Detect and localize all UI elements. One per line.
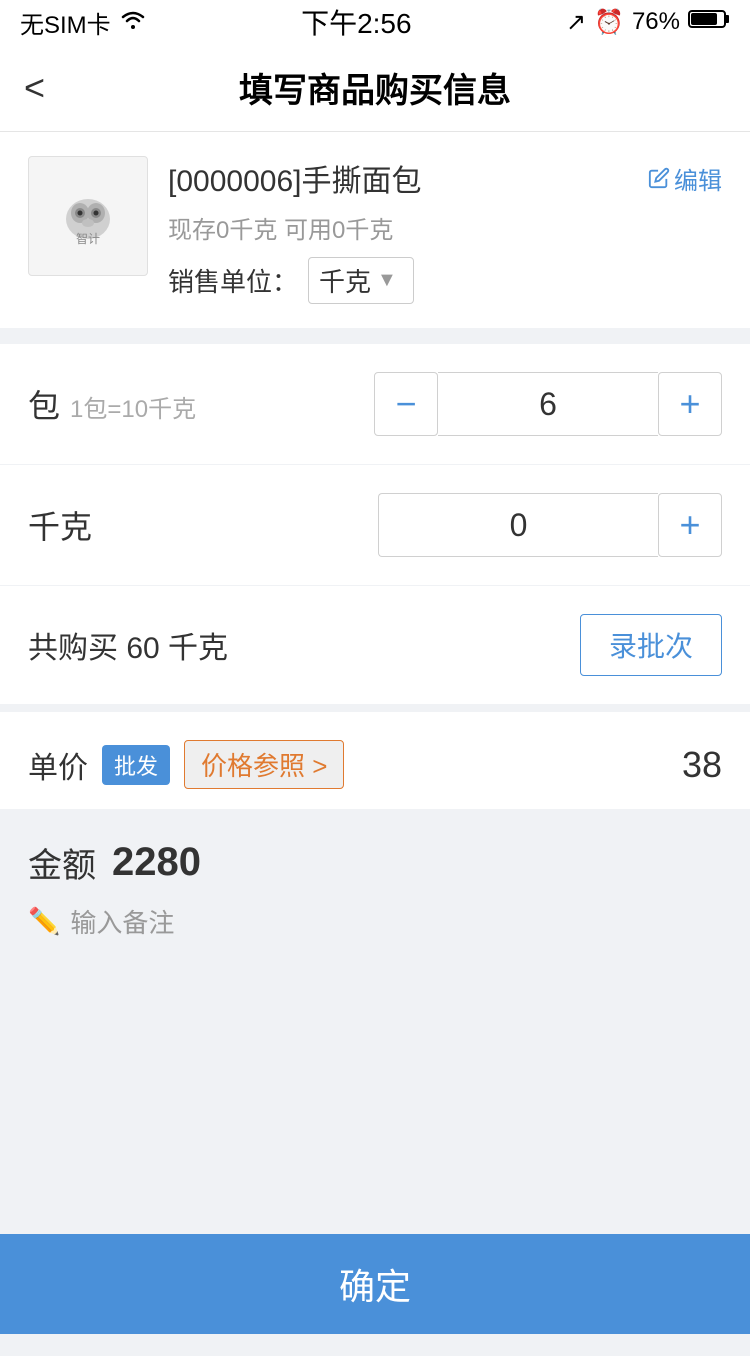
battery-icon (688, 8, 730, 37)
edit-button[interactable]: 编辑 (648, 161, 722, 196)
bag-qty-controls: − + (374, 372, 722, 436)
status-right: ↗ ⏰ 76% (566, 8, 730, 37)
bag-hint: 1包=10千克 (70, 389, 196, 424)
bag-plus-button[interactable]: + (658, 372, 722, 436)
product-unit-row: 销售单位： 千克 ▼ (168, 257, 722, 304)
kg-qty-controls: + (378, 493, 722, 557)
price-value: 38 (682, 744, 722, 786)
product-name: [0000006]手撕面包 (168, 156, 421, 200)
divider-2 (0, 704, 750, 712)
bag-minus-button[interactable]: − (374, 372, 438, 436)
kg-qty-input[interactable] (378, 493, 658, 557)
amount-section: 金额 2280 ✏️ 输入备注 (0, 810, 750, 956)
kg-plus-button[interactable]: + (658, 493, 722, 557)
battery-text: 76% (632, 8, 680, 36)
bag-label: 包 (28, 381, 60, 427)
amount-label: 金额 (28, 838, 96, 887)
product-name-row: [0000006]手撕面包 编辑 (168, 156, 722, 200)
alarm-icon: ⏰ (594, 8, 624, 37)
location-icon: ↗ (566, 8, 586, 37)
price-section: 单价 批发 价格参照 > 38 (0, 712, 750, 810)
unit-value: 千克 (319, 262, 371, 299)
empty-area (0, 956, 750, 1256)
confirm-button[interactable]: 确定 (0, 1234, 750, 1334)
pencil-icon: ✏️ (28, 906, 60, 937)
page-title: 填写商品购买信息 (239, 63, 511, 112)
divider-1 (0, 336, 750, 344)
price-label: 单价 (28, 743, 88, 787)
remark-placeholder: 输入备注 (70, 903, 174, 940)
status-left: 无SIM卡 (20, 5, 147, 40)
status-bar: 无SIM卡 下午2:56 ↗ ⏰ 76% (0, 0, 750, 44)
product-thumbnail: 智计 (28, 156, 148, 276)
chevron-down-icon: ▼ (377, 269, 397, 292)
amount-value: 2280 (112, 840, 201, 885)
status-time: 下午2:56 (301, 2, 412, 42)
batch-button[interactable]: 录批次 (580, 614, 722, 676)
product-card: 智计 [0000006]手撕面包 编辑 现存0千克 可用0千克 销售单位： 千克 (0, 132, 750, 336)
unit-label: 销售单位： (168, 262, 298, 299)
product-stock: 现存0千克 可用0千克 (168, 210, 722, 245)
kg-qty-row: 千克 + (0, 465, 750, 586)
total-label: 共购买 60 千克 (28, 623, 228, 667)
price-type-tag: 批发 (102, 745, 170, 785)
kg-label: 千克 (28, 502, 92, 548)
svg-text:智计: 智计 (76, 231, 100, 246)
total-row: 共购买 60 千克 录批次 (0, 586, 750, 704)
product-info: [0000006]手撕面包 编辑 现存0千克 可用0千克 销售单位： 千克 ▼ (168, 156, 722, 304)
bag-qty-row: 包 1包=10千克 − + (0, 344, 750, 465)
nav-bar: < 填写商品购买信息 (0, 44, 750, 132)
price-ref-button[interactable]: 价格参照 > (184, 740, 344, 789)
wifi-icon (119, 8, 147, 36)
carrier-text: 无SIM卡 (20, 5, 111, 40)
back-button[interactable]: < (24, 67, 45, 109)
remark-row[interactable]: ✏️ 输入备注 (28, 903, 722, 940)
bag-qty-input[interactable] (438, 372, 658, 436)
unit-select[interactable]: 千克 ▼ (308, 257, 414, 304)
amount-row: 金额 2280 (28, 838, 722, 887)
